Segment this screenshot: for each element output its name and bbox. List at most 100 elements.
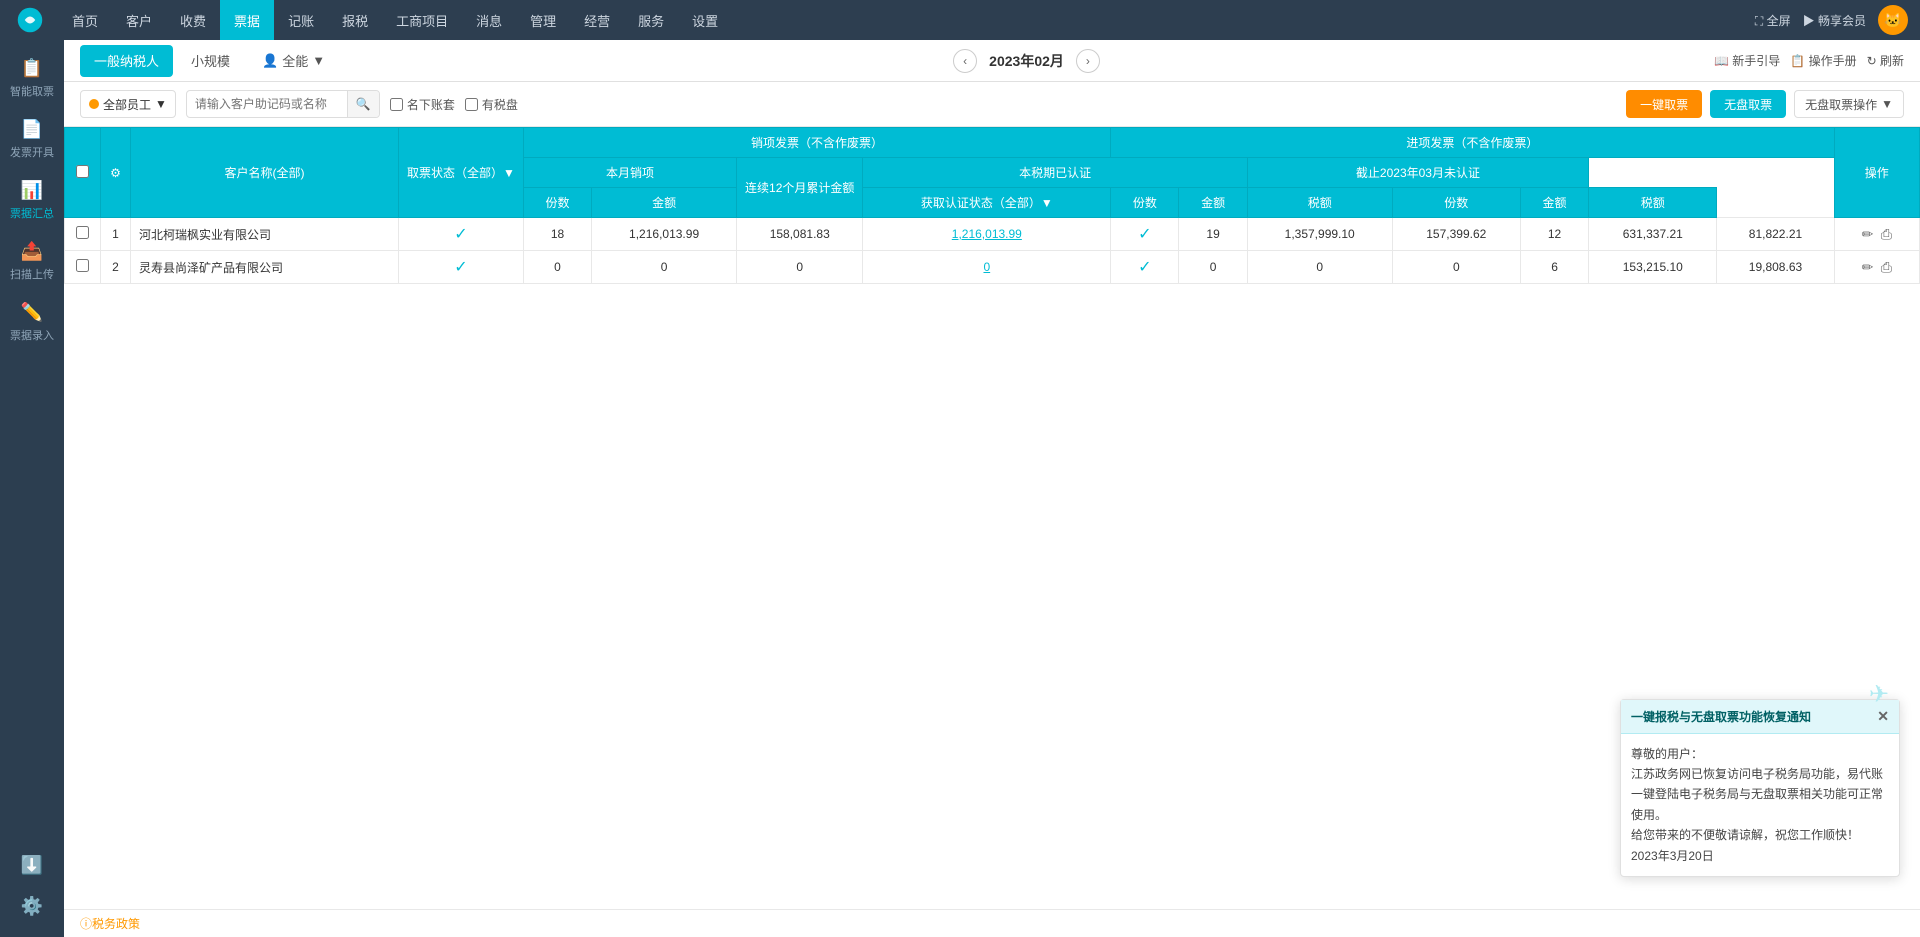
row-sales-tax: 158,081.83	[737, 218, 863, 251]
search-button[interactable]: 🔍	[347, 91, 379, 117]
row-sales-amount: 0	[592, 251, 737, 284]
row-uncert-amount: 153,215.10	[1589, 251, 1717, 284]
next-month-btn[interactable]: ›	[1076, 49, 1100, 73]
sidebar-bottom: ⬇️ ⚙️	[0, 847, 64, 937]
row-fetch-status: ✓	[398, 251, 523, 284]
sidebar-item-invoice-summary[interactable]: 📊 票据汇总	[4, 172, 60, 229]
nav-home[interactable]: 首页	[58, 0, 112, 40]
nav-service[interactable]: 服务	[624, 0, 678, 40]
col-monthly-sales: 本月销项	[523, 158, 736, 188]
row-fetch-status: ✓	[398, 218, 523, 251]
row-uncert-tax: 81,822.21	[1717, 218, 1834, 251]
filter-icon[interactable]: ▼	[503, 166, 515, 180]
sidebar-item-invoice-open[interactable]: 📄 发票开具	[4, 111, 60, 168]
sidebar-label-smart-fetch: 智能取票	[10, 83, 54, 99]
row-checkbox-cell[interactable]	[65, 218, 101, 251]
nav-ops[interactable]: 经营	[570, 0, 624, 40]
tab-small-scale[interactable]: 小规模	[177, 45, 244, 77]
sidebar-label-invoice-entry: 票据录入	[10, 327, 54, 343]
edit-action-btn[interactable]: ✏	[1862, 259, 1874, 275]
col-ops-header: 操作	[1834, 128, 1919, 218]
row-uncert-amount: 631,337.21	[1589, 218, 1717, 251]
nav-invoice[interactable]: 票据	[220, 0, 274, 40]
tab-general-taxpayer[interactable]: 一般纳税人	[80, 45, 173, 77]
name-account-check[interactable]	[390, 98, 403, 111]
col-uncert-count: 份数	[1392, 188, 1520, 218]
copy-action-btn[interactable]: ⎙	[1881, 226, 1892, 242]
member-btn[interactable]: ▶ 畅享会员	[1803, 12, 1866, 29]
table-settings-icon[interactable]: ⚙	[110, 166, 121, 180]
col-sales-amount: 金额	[592, 188, 737, 218]
nav-account[interactable]: 记账	[274, 0, 328, 40]
edit-action-btn[interactable]: ✏	[1862, 226, 1874, 242]
name-account-checkbox[interactable]: 名下账套	[390, 96, 455, 113]
notification-header: 一键报税与无盘取票功能恢复通知 ✕	[1621, 700, 1899, 734]
col-uncert-tax: 税额	[1589, 188, 1717, 218]
cumulative-link[interactable]: 0	[983, 260, 990, 274]
notification-close-btn[interactable]: ✕	[1877, 708, 1889, 725]
nav-fee[interactable]: 收费	[166, 0, 220, 40]
col-customer-name: 客户名称(全部)	[131, 128, 399, 218]
scan-upload-icon: 📤	[21, 241, 43, 262]
no-disk-fetch-button[interactable]: 无盘取票	[1710, 90, 1786, 118]
cert-filter-icon[interactable]: ▼	[1041, 196, 1053, 210]
guide-btn[interactable]: 📖 新手引导	[1714, 52, 1780, 69]
sidebar-item-invoice-entry[interactable]: ✏️ 票据录入	[4, 294, 60, 351]
fetch-check-icon: ✓	[454, 259, 467, 276]
sidebar-item-smart-fetch[interactable]: 📋 智能取票	[4, 50, 60, 107]
tax-policy-link[interactable]: 税务政策	[92, 915, 140, 932]
sidebar-item-settings[interactable]: ⚙️	[4, 888, 60, 925]
nav-tax[interactable]: 报税	[328, 0, 382, 40]
table-row: 1 河北柯瑞枫实业有限公司 ✓ 18 1,216,013.99 158,081.…	[65, 218, 1920, 251]
row-index-cell: 2	[101, 251, 131, 284]
select-all-checkbox[interactable]	[76, 165, 89, 178]
smart-fetch-icon: 📋	[21, 58, 43, 79]
user-avatar[interactable]: 🐱	[1878, 5, 1908, 35]
refresh-btn[interactable]: ↻ 刷新	[1867, 52, 1904, 69]
row-purchase-amount: 0	[1247, 251, 1392, 284]
sidebar-item-download[interactable]: ⬇️	[4, 847, 60, 884]
sidebar-item-scan-upload[interactable]: 📤 扫描上传	[4, 233, 60, 290]
row-checkbox-cell[interactable]	[65, 251, 101, 284]
tax-policy-icon: ⓘ	[80, 915, 92, 932]
prev-month-btn[interactable]: ‹	[953, 49, 977, 73]
invoice-summary-icon: 📊	[21, 180, 43, 201]
tax-disk-check[interactable]	[465, 98, 478, 111]
fullscreen-btn[interactable]: ⛶ 全屏	[1755, 12, 1791, 29]
employee-select[interactable]: 全部员工 ▼	[80, 90, 176, 118]
one-click-fetch-button[interactable]: 一键取票	[1626, 90, 1702, 118]
row-checkbox[interactable]	[76, 259, 89, 272]
col-settings-header: ⚙	[101, 128, 131, 218]
nav-mgmt[interactable]: 管理	[516, 0, 570, 40]
toolbar-right: 一键取票 无盘取票 无盘取票操作 ▼	[1626, 90, 1904, 118]
nav-biz[interactable]: 工商项目	[382, 0, 462, 40]
nav-items: 首页 客户 收费 票据 记账 报税 工商项目 消息 管理 经营 服务 设置	[58, 0, 1755, 40]
cumulative-link[interactable]: 1,216,013.99	[952, 227, 1022, 241]
search-input[interactable]	[187, 97, 347, 111]
dropdown-arrow-icon: ▼	[312, 53, 325, 68]
tab-all[interactable]: 👤 全能 ▼	[248, 45, 339, 77]
nav-customer[interactable]: 客户	[112, 0, 166, 40]
guide-icon: 📖	[1714, 54, 1729, 68]
tab-bar: 一般纳税人 小规模 👤 全能 ▼ ‹ 2023年02月 › 📖 新手引导 📋 操…	[64, 40, 1920, 82]
row-purchase-tax: 0	[1392, 251, 1520, 284]
col-uncertified-march: 截止2023年03月未认证	[1247, 158, 1588, 188]
refresh-icon: ↻	[1867, 54, 1877, 68]
col-sales-invoice-group: 销项发票（不含作废票）	[523, 128, 1110, 158]
no-disk-ops-button[interactable]: 无盘取票操作 ▼	[1794, 90, 1904, 118]
notification-title: 一键报税与无盘取票功能恢复通知	[1631, 708, 1811, 725]
sidebar-label-scan-upload: 扫描上传	[10, 266, 54, 282]
nav-msg[interactable]: 消息	[462, 0, 516, 40]
search-box: 🔍	[186, 90, 380, 118]
notification-body: 尊敬的用户：江苏政务网已恢复访问电子税务局功能，易代账一键登陆电子税务局与无盘取…	[1621, 734, 1899, 876]
toolbar: 全部员工 ▼ 🔍 名下账套 有税盘 一键取票 无盘取票 无盘取票操作 ▼	[64, 82, 1920, 127]
row-checkbox[interactable]	[76, 226, 89, 239]
row-action-cell: ✏ ⎙	[1834, 218, 1919, 251]
nav-settings[interactable]: 设置	[678, 0, 732, 40]
manual-btn[interactable]: 📋 操作手册	[1790, 52, 1856, 69]
row-cumulative: 1,216,013.99	[863, 218, 1111, 251]
employee-dot-icon	[89, 99, 99, 109]
tax-disk-checkbox[interactable]: 有税盘	[465, 96, 518, 113]
row-sales-amount: 1,216,013.99	[592, 218, 737, 251]
copy-action-btn[interactable]: ⎙	[1881, 259, 1892, 275]
